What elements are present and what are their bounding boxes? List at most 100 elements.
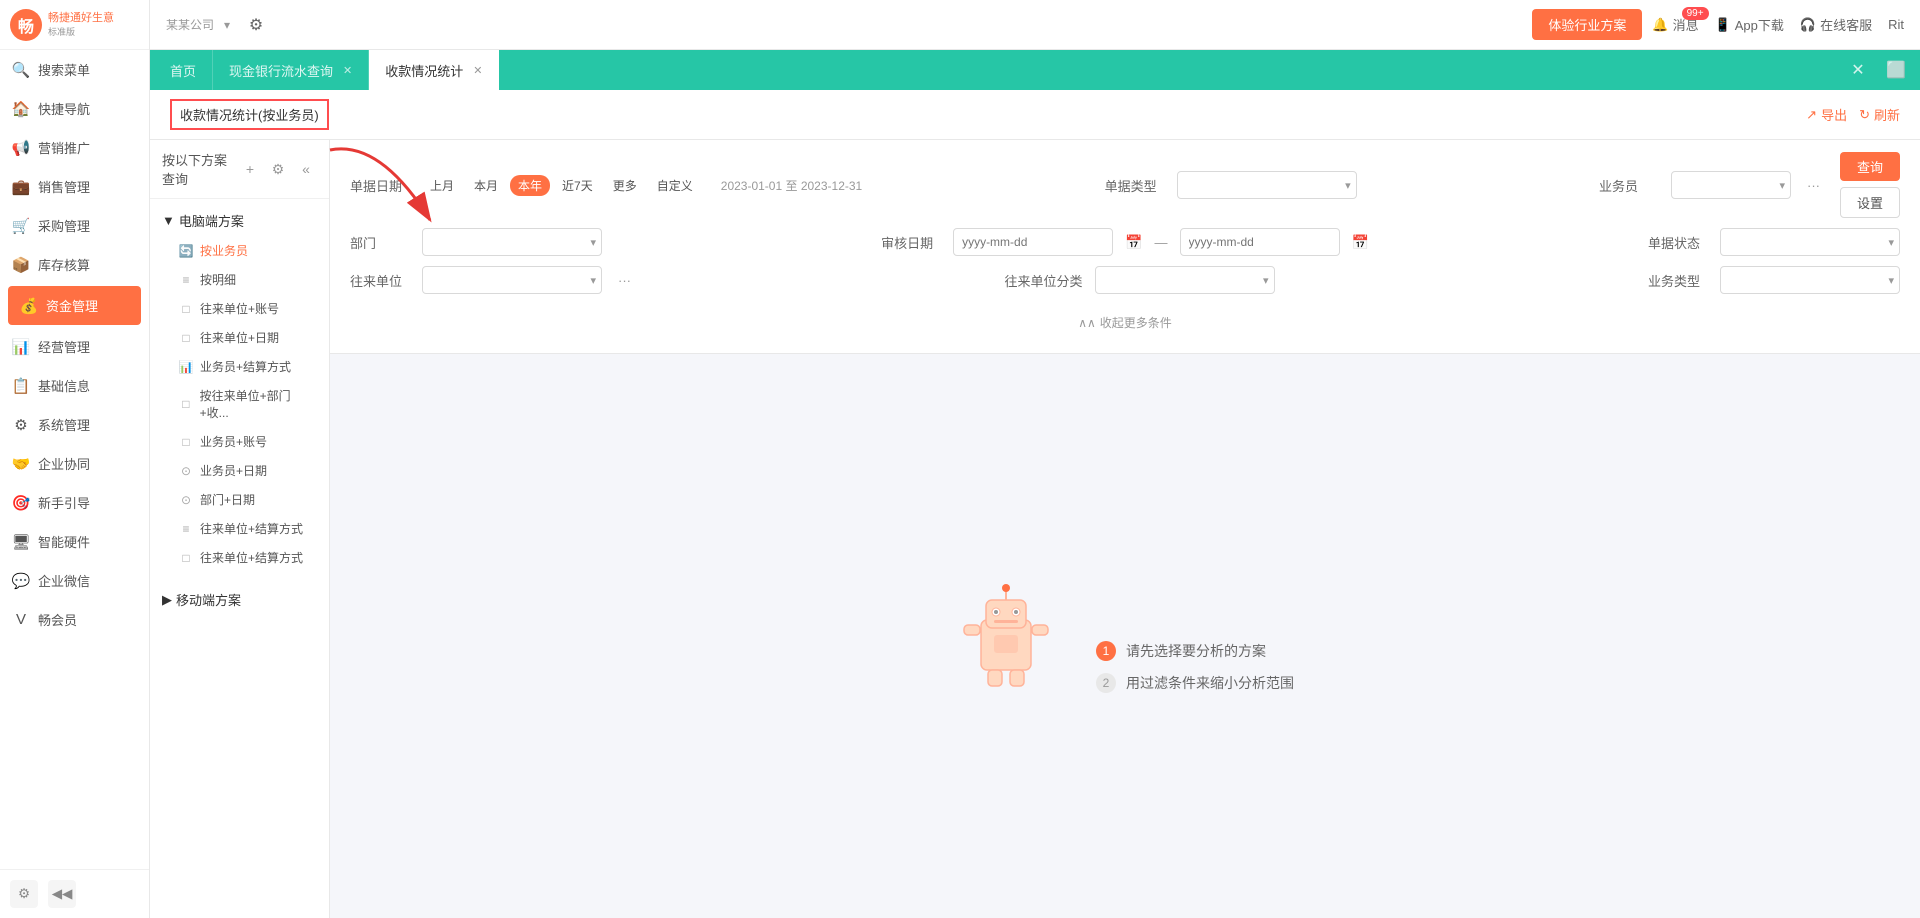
empty-instructions: 1 请先选择要分析的方案 2 用过滤条件来缩小分析范围 <box>1096 641 1294 693</box>
sidebar-item-quick-nav[interactable]: 🏠快捷导航 <box>0 89 149 128</box>
sidebar-item-purchase[interactable]: 🛒采购管理 <box>0 206 149 245</box>
partner-label: 往来单位 <box>350 271 410 290</box>
tab-collection-stats-close-icon[interactable]: ✕ <box>473 64 482 77</box>
notification-badge[interactable]: 🔔 消息 99+ <box>1652 15 1698 34</box>
finance-icon: 💰 <box>20 297 38 315</box>
partner-select[interactable] <box>422 266 602 294</box>
date-tab-custom[interactable]: 自定义 <box>649 175 701 196</box>
doc-status-label: 单据状态 <box>1648 233 1708 252</box>
filter-row-1: 单据日期 上月 本月 本年 近7天 更多 自定义 2023-01-01 <box>350 152 1900 218</box>
user-avatar[interactable]: Rit <box>1888 17 1904 32</box>
sidebar-item-inventory[interactable]: 📦 库存核算 <box>0 245 149 284</box>
sidebar-item-operations[interactable]: 📊经营管理 <box>0 327 149 366</box>
tree-item-dept-date-label: 部门+日期 <box>200 491 255 508</box>
sidebar-item-search-menu[interactable]: 🔍搜索菜单 <box>0 50 149 89</box>
date-tab-this-year[interactable]: 本年 <box>510 175 550 196</box>
tab-home[interactable]: 首页 <box>150 50 213 90</box>
date-tab-this-month[interactable]: 本月 <box>466 175 506 196</box>
tab-bank-flow[interactable]: 现金银行流水查询 ✕ <box>213 50 369 90</box>
export-button[interactable]: ↗ 导出 <box>1806 105 1847 124</box>
tree-item-unit-settlement2[interactable]: □ 往来单位+结算方式 <box>150 543 329 572</box>
partner-category-select[interactable] <box>1095 266 1275 294</box>
tree-item-unit-dept[interactable]: □ 按往来单位+部门+收... <box>150 381 329 427</box>
customer-service-link[interactable]: 🎧 在线客服 <box>1800 15 1872 34</box>
filter-settings-button[interactable]: 设置 <box>1840 187 1900 218</box>
sidebar-item-system[interactable]: ⚙系统管理 <box>0 405 149 444</box>
review-date-to-input[interactable] <box>1180 228 1340 256</box>
trial-button[interactable]: 体验行业方案 <box>1532 9 1642 40</box>
tree-item-unit-account[interactable]: □ 往来单位+账号 <box>150 294 329 323</box>
tree-item-salesperson-date[interactable]: ⊙ 业务员+日期 <box>150 456 329 485</box>
tree-item-dept-date[interactable]: ⊙ 部门+日期 <box>150 485 329 514</box>
inventory-icon: 📦 <box>12 256 30 274</box>
tree-item-unit-settlement1-label: 往来单位+结算方式 <box>200 520 303 537</box>
instruction-item-1: 1 请先选择要分析的方案 <box>1096 641 1294 661</box>
tree-item-salesperson-settlement[interactable]: 📊 业务员+结算方式 <box>150 352 329 381</box>
sidebar-item-hardware[interactable]: 🖥智能硬件 <box>0 522 149 561</box>
tree-item-detail[interactable]: ≡ 按明细 <box>150 265 329 294</box>
date-tab-last7[interactable]: 近7天 <box>554 175 601 196</box>
refresh-button[interactable]: ↻ 刷新 <box>1859 105 1900 124</box>
partner-more-icon[interactable]: ··· <box>618 273 631 288</box>
sidebar-item-label: 营销推广 <box>38 138 90 157</box>
tree-desktop-header[interactable]: ▼ 电脑端方案 <box>150 205 329 236</box>
business-type-select[interactable] <box>1720 266 1900 294</box>
doc-type-select-wrapper <box>1177 171 1357 199</box>
salesperson-select[interactable] <box>1671 171 1791 199</box>
settings-icon[interactable]: ⚙ <box>240 9 272 41</box>
tree-item-unit-date[interactable]: □ 往来单位+日期 <box>150 323 329 352</box>
doc-status-select[interactable] <box>1720 228 1900 256</box>
review-date-from-input[interactable] <box>953 228 1113 256</box>
customer-service-icon: 🎧 <box>1800 17 1816 33</box>
app-download-link[interactable]: 📱 App下载 <box>1715 15 1784 34</box>
add-scheme-button[interactable]: + <box>239 158 261 180</box>
date-tab-more[interactable]: 更多 <box>605 175 645 196</box>
unit-dept-icon: □ <box>178 396 194 412</box>
wechat-icon: 💬 <box>12 572 30 590</box>
doc-type-select[interactable] <box>1177 171 1357 199</box>
sidebar-item-member[interactable]: V畅会员 <box>0 600 149 639</box>
sidebar-item-base-info[interactable]: 📋基础信息 <box>0 366 149 405</box>
sidebar-item-label: 库存核算 <box>38 255 90 274</box>
tree-collapse-icon: ▼ <box>162 213 175 228</box>
sidebar-collapse-button[interactable]: ◀◀ <box>48 880 76 908</box>
export-icon: ↗ <box>1806 107 1817 123</box>
date-tab-last-month[interactable]: 上月 <box>422 175 462 196</box>
window-close-icon[interactable]: ✕ <box>1844 56 1872 84</box>
sidebar-item-finance[interactable]: 💰资金管理 <box>8 286 141 325</box>
instruction-num-2: 2 <box>1096 673 1116 693</box>
tree-mobile-header[interactable]: ▶ 移动端方案 <box>150 584 329 615</box>
tab-home-label: 首页 <box>170 61 196 80</box>
salesperson-more-icon[interactable]: ··· <box>1807 178 1820 193</box>
tree-item-salesperson-account-label: 业务员+账号 <box>200 433 267 450</box>
sidebar-item-marketing[interactable]: 📢营销推广 <box>0 128 149 167</box>
user-name: Rit <box>1888 17 1904 32</box>
review-date-from-calendar-icon[interactable]: 📅 <box>1125 234 1142 251</box>
tab-bank-flow-close-icon[interactable]: ✕ <box>343 64 352 77</box>
tab-collection-stats[interactable]: 收款情况统计 ✕ <box>369 50 499 90</box>
sidebar-item-wechat[interactable]: 💬企业微信 <box>0 561 149 600</box>
sidebar-item-label: 快捷导航 <box>38 99 90 118</box>
collapse-bar[interactable]: ∧∧ 收起更多条件 <box>350 304 1900 341</box>
tree-item-salesperson[interactable]: 🔄 按业务员 <box>150 236 329 265</box>
breadcrumb-chevron-icon[interactable]: ▾ <box>224 18 230 32</box>
sidebar-item-enterprise[interactable]: 🤝企业协同 <box>0 444 149 483</box>
date-tabs: 上月 本月 本年 近7天 更多 自定义 <box>422 175 701 196</box>
dept-select[interactable] <box>422 228 602 256</box>
query-button[interactable]: 查询 <box>1840 152 1900 181</box>
scheme-settings-button[interactable]: ⚙ <box>267 158 289 180</box>
left-panel: 按以下方案查询 + ⚙ « ▼ 电脑端方案 <box>150 140 330 918</box>
window-maximize-icon[interactable]: ⬜ <box>1882 56 1910 84</box>
salesperson-select-wrapper <box>1671 171 1791 199</box>
unit-settlement2-icon: □ <box>178 550 194 566</box>
tree-section-mobile: ▶ 移动端方案 <box>150 578 329 621</box>
sidebar-settings-button[interactable]: ⚙ <box>10 880 38 908</box>
tree-item-unit-settlement1[interactable]: ≡ 往来单位+结算方式 <box>150 514 329 543</box>
sidebar-item-guide[interactable]: 🎯新手引导 <box>0 483 149 522</box>
app-download-label: App下载 <box>1735 15 1784 34</box>
panel-collapse-button[interactable]: « <box>295 158 317 180</box>
review-date-to-calendar-icon[interactable]: 📅 <box>1352 234 1369 251</box>
sidebar-item-sales[interactable]: 💼销售管理 <box>0 167 149 206</box>
tree-item-salesperson-account[interactable]: □ 业务员+账号 <box>150 427 329 456</box>
logo-badge: 标准版 <box>48 25 114 38</box>
